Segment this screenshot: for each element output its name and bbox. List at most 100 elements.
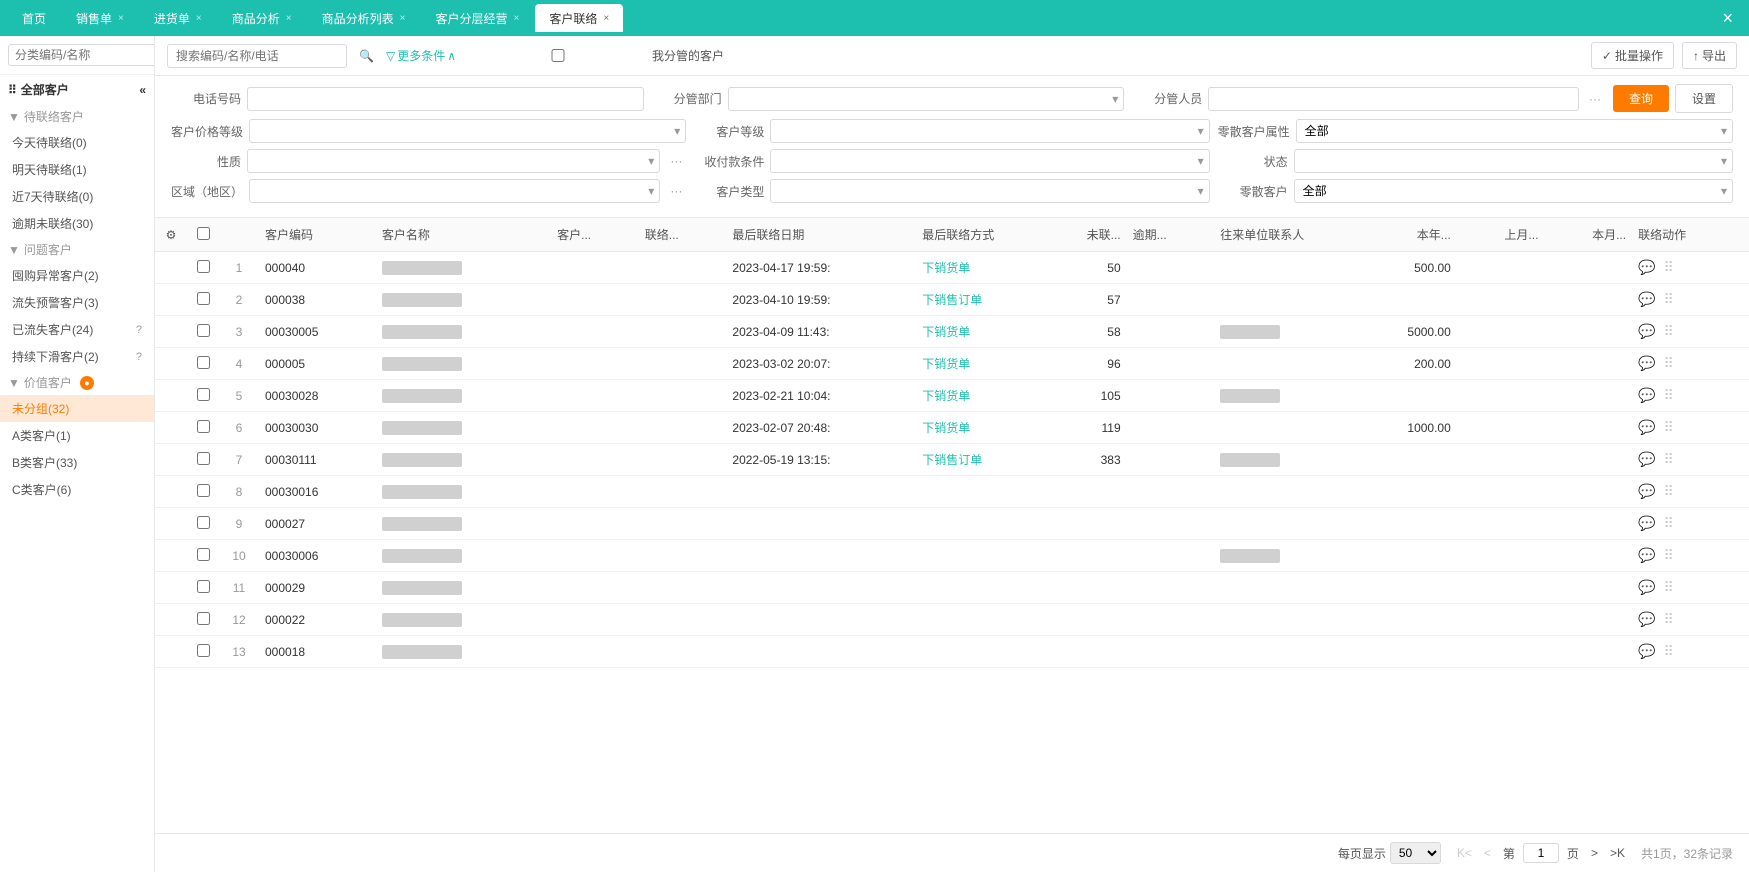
- filter-phone-input[interactable]: [247, 87, 644, 111]
- filter-payment-select[interactable]: [770, 149, 1209, 173]
- chat-icon[interactable]: 💬: [1638, 483, 1655, 500]
- th-contact[interactable]: 联络...: [639, 218, 727, 252]
- grid-icon[interactable]: ⠿: [1664, 451, 1674, 468]
- chat-icon[interactable]: 💬: [1638, 387, 1655, 404]
- filter-retail-select[interactable]: 全部: [1294, 179, 1733, 203]
- window-close-button[interactable]: ×: [1714, 8, 1741, 29]
- sidebar-item-tomorrow[interactable]: 明天待联络(1): [0, 156, 154, 183]
- filter-retail-attr-select[interactable]: 全部: [1296, 119, 1733, 143]
- tab-customer-segment[interactable]: 客户分层经营 ×: [421, 4, 533, 32]
- th-this-month[interactable]: 本月...: [1544, 218, 1632, 252]
- th-this-year[interactable]: 本年...: [1355, 218, 1457, 252]
- tab-home[interactable]: 首页: [8, 4, 60, 32]
- td-check[interactable]: [187, 252, 219, 284]
- sidebar-item-class-b[interactable]: B类客户(33): [0, 449, 154, 476]
- person-more-icon[interactable]: ···: [1585, 92, 1605, 106]
- grid-icon[interactable]: ⠿: [1664, 323, 1674, 340]
- last-page-btn[interactable]: >K: [1606, 844, 1629, 862]
- filter-customer-level-select[interactable]: [770, 119, 1209, 143]
- tab-sales-close[interactable]: ×: [118, 13, 124, 24]
- chat-icon[interactable]: 💬: [1638, 419, 1655, 436]
- th-uncontact[interactable]: 未联...: [1039, 218, 1127, 252]
- last-way-link[interactable]: 下销货单: [922, 261, 970, 275]
- export-btn[interactable]: ↑ 导出: [1682, 42, 1737, 69]
- filter-nature-select[interactable]: [247, 149, 660, 173]
- td-check[interactable]: [187, 540, 219, 572]
- batch-operation-btn[interactable]: ✓ 批量操作: [1591, 42, 1674, 69]
- sidebar-item-churn-warning[interactable]: 流失预警客户(3): [0, 289, 154, 316]
- th-contact-person[interactable]: 往来单位联系人: [1214, 218, 1354, 252]
- last-way-link[interactable]: 下销售订单: [922, 293, 982, 307]
- search-icon[interactable]: 🔍: [359, 49, 374, 63]
- th-last-way[interactable]: 最后联络方式: [916, 218, 1039, 252]
- tab-customer-contact-close[interactable]: ×: [603, 13, 609, 24]
- tab-analysis-list[interactable]: 商品分析列表 ×: [308, 4, 420, 32]
- my-customers-checkbox-label[interactable]: 我分管的客户: [468, 47, 724, 64]
- tab-sales[interactable]: 销售单 ×: [62, 4, 138, 32]
- td-check[interactable]: [187, 284, 219, 316]
- chat-icon[interactable]: 💬: [1638, 643, 1655, 660]
- sidebar-item-churned[interactable]: 已流失客户(24) ?: [0, 316, 154, 343]
- page-number-input[interactable]: [1523, 843, 1559, 863]
- row-checkbox[interactable]: [197, 420, 210, 433]
- more-conditions-btn[interactable]: ▽ 更多条件 ∧: [386, 47, 456, 64]
- grid-icon[interactable]: ⠿: [1664, 579, 1674, 596]
- sidebar-item-7days[interactable]: 近7天待联络(0): [0, 183, 154, 210]
- grid-icon[interactable]: ⠿: [1664, 291, 1674, 308]
- th-overdue[interactable]: 逾期...: [1127, 218, 1215, 252]
- row-checkbox[interactable]: [197, 580, 210, 593]
- chat-icon[interactable]: 💬: [1638, 579, 1655, 596]
- adv-search-btn[interactable]: 查询: [1613, 85, 1669, 112]
- search-input[interactable]: [167, 44, 347, 68]
- group-problem-arrow[interactable]: ▼: [8, 243, 20, 257]
- th-settings[interactable]: ⚙: [155, 218, 187, 252]
- grid-icon[interactable]: ⠿: [1664, 483, 1674, 500]
- row-checkbox[interactable]: [197, 388, 210, 401]
- row-checkbox[interactable]: [197, 292, 210, 305]
- last-way-link[interactable]: 下销货单: [922, 421, 970, 435]
- grid-icon[interactable]: ⠿: [1664, 515, 1674, 532]
- td-check[interactable]: [187, 476, 219, 508]
- tab-purchase-close[interactable]: ×: [196, 13, 202, 24]
- th-last-date[interactable]: 最后联络日期: [726, 218, 916, 252]
- group-value-arrow[interactable]: ▼: [8, 376, 20, 390]
- td-check[interactable]: [187, 316, 219, 348]
- chat-icon[interactable]: 💬: [1638, 291, 1655, 308]
- last-way-link[interactable]: 下销货单: [922, 325, 970, 339]
- sidebar-item-class-c[interactable]: C类客户(6): [0, 476, 154, 503]
- th-code[interactable]: 客户编码: [259, 218, 376, 252]
- filter-price-level-select[interactable]: [249, 119, 686, 143]
- row-checkbox[interactable]: [197, 356, 210, 369]
- row-checkbox[interactable]: [197, 260, 210, 273]
- th-last-month[interactable]: 上月...: [1457, 218, 1545, 252]
- grid-icon[interactable]: ⠿: [1664, 419, 1674, 436]
- last-way-link[interactable]: 下销售订单: [922, 453, 982, 467]
- th-name[interactable]: 客户名称: [376, 218, 551, 252]
- filter-customer-type-select[interactable]: [770, 179, 1209, 203]
- td-check[interactable]: [187, 348, 219, 380]
- filter-person-input[interactable]: [1208, 87, 1579, 111]
- td-check[interactable]: [187, 380, 219, 412]
- chat-icon[interactable]: 💬: [1638, 547, 1655, 564]
- last-way-link[interactable]: 下销货单: [922, 357, 970, 371]
- td-check[interactable]: [187, 412, 219, 444]
- row-checkbox[interactable]: [197, 548, 210, 561]
- sidebar-collapse-icon[interactable]: «: [139, 83, 146, 97]
- grid-icon[interactable]: ⠿: [1664, 355, 1674, 372]
- sidebar-item-ungroup[interactable]: 未分组(32): [0, 395, 154, 422]
- td-check[interactable]: [187, 572, 219, 604]
- sidebar-item-abnormal[interactable]: 囤购异常客户(2): [0, 262, 154, 289]
- td-check[interactable]: [187, 604, 219, 636]
- grid-icon[interactable]: ⠿: [1664, 643, 1674, 660]
- chat-icon[interactable]: 💬: [1638, 611, 1655, 628]
- th-check[interactable]: [187, 218, 219, 252]
- region-more-icon[interactable]: ···: [666, 184, 686, 198]
- row-checkbox[interactable]: [197, 452, 210, 465]
- row-checkbox[interactable]: [197, 484, 210, 497]
- tab-analysis-list-close[interactable]: ×: [400, 13, 406, 24]
- sidebar-item-class-a[interactable]: A类客户(1): [0, 422, 154, 449]
- filter-status-select[interactable]: [1294, 149, 1733, 173]
- tab-purchase[interactable]: 进货单 ×: [140, 4, 216, 32]
- chat-icon[interactable]: 💬: [1638, 323, 1655, 340]
- td-check[interactable]: [187, 636, 219, 668]
